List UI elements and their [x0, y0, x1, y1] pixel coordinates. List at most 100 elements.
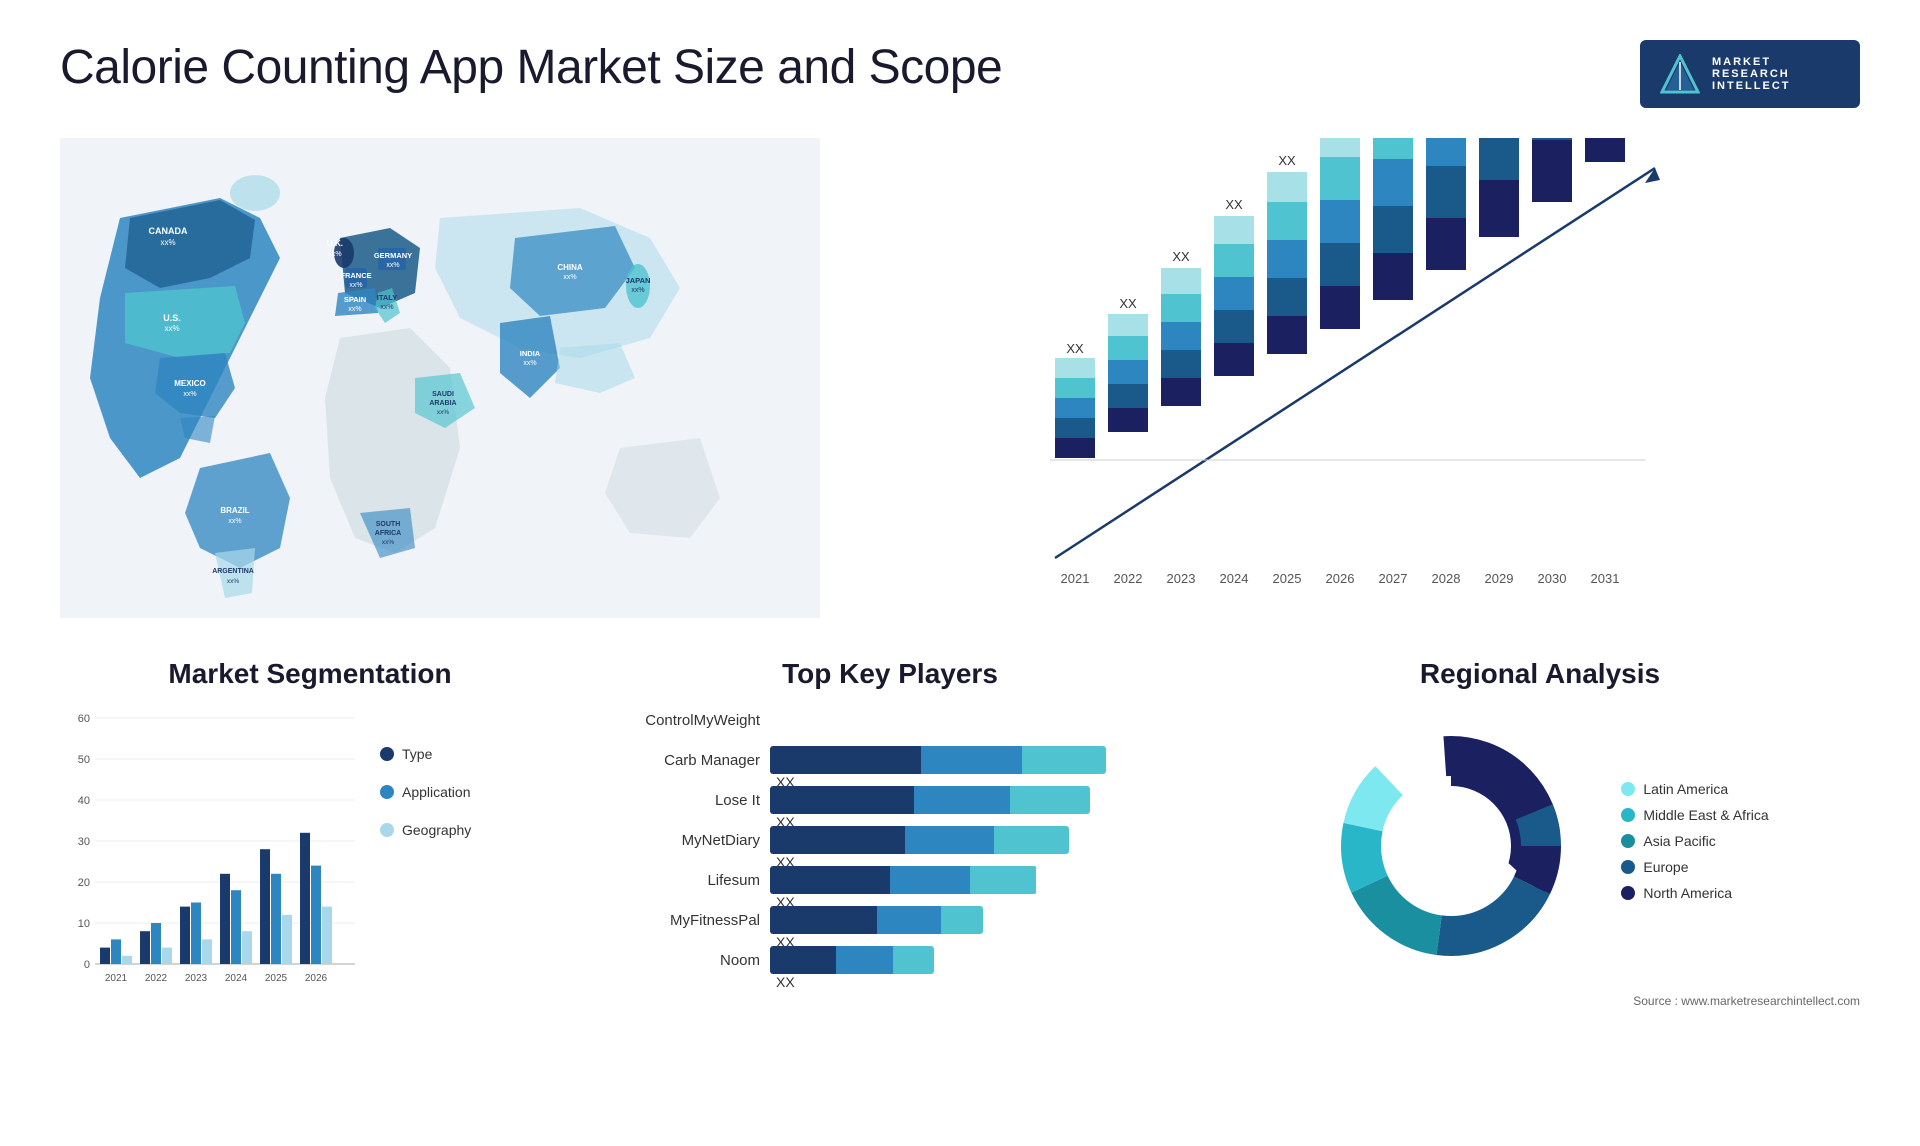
svg-text:SAUDI: SAUDI [432, 391, 454, 398]
svg-text:U.S.: U.S. [163, 313, 181, 323]
svg-text:XX: XX [1119, 296, 1137, 311]
page-title: Calorie Counting App Market Size and Sco… [60, 40, 1002, 95]
key-players-container: Top Key Players ControlMyWeight Carb Man… [600, 658, 1180, 1038]
kp-bar-0 [770, 706, 1180, 734]
svg-text:XX: XX [1278, 153, 1296, 168]
svg-text:CANADA: CANADA [149, 226, 188, 236]
kp-row-mynetdiary: MyNetDiary XX [600, 826, 1180, 854]
svg-text:xx%: xx% [183, 391, 196, 398]
legend-latin-america: Latin America [1621, 781, 1768, 797]
legend-application: Application [380, 784, 471, 800]
svg-text:2022: 2022 [145, 973, 168, 984]
svg-text:xx%: xx% [386, 262, 399, 269]
bottom-section: Market Segmentation 60 50 40 30 20 10 0 [60, 658, 1860, 1038]
svg-text:xx%: xx% [228, 518, 241, 525]
kp-name-2: Lose It [600, 792, 760, 809]
svg-text:SOUTH: SOUTH [376, 521, 401, 528]
svg-text:2023: 2023 [185, 973, 208, 984]
regional-title: Regional Analysis [1220, 658, 1860, 690]
svg-text:2022: 2022 [1114, 571, 1143, 586]
legend-na-label: North America [1643, 885, 1732, 901]
svg-text:XX: XX [1172, 249, 1190, 264]
legend-type: Type [380, 746, 471, 762]
svg-text:xx%: xx% [437, 409, 450, 416]
kp-bar-2: XX [770, 786, 1180, 814]
kp-name-4: Lifesum [600, 872, 760, 889]
regional-donut-chart [1311, 706, 1591, 986]
legend-asia-pacific: Asia Pacific [1621, 833, 1768, 849]
svg-text:INDIA: INDIA [520, 349, 541, 358]
svg-text:0: 0 [84, 959, 90, 971]
svg-text:xx%: xx% [563, 274, 576, 281]
kp-name-3: MyNetDiary [600, 832, 760, 849]
logo-box: MARKET RESEARCH INTELLECT [1640, 40, 1860, 108]
legend-north-america: North America [1621, 885, 1768, 901]
key-players-title: Top Key Players [600, 658, 1180, 690]
kp-row-noom: Noom XX [600, 946, 1180, 974]
kp-row-myfitnesspal: MyFitnessPal XX [600, 906, 1180, 934]
svg-text:2025: 2025 [1273, 571, 1302, 586]
svg-text:40: 40 [78, 795, 90, 807]
svg-text:JAPAN: JAPAN [626, 276, 651, 285]
svg-text:2024: 2024 [1220, 571, 1249, 586]
legend-geography-label: Geography [402, 822, 471, 838]
kp-bar-6: XX [770, 946, 1180, 974]
kp-name-0: ControlMyWeight [600, 712, 760, 729]
kp-row-controlmyweight: ControlMyWeight [600, 706, 1180, 734]
svg-text:xx%: xx% [523, 360, 536, 367]
svg-text:xx%: xx% [382, 539, 395, 546]
svg-text:xx%: xx% [328, 251, 341, 258]
regional-legend: Latin America Middle East & Africa Asia … [1621, 781, 1768, 911]
svg-text:ARABIA: ARABIA [429, 400, 456, 407]
svg-text:xx%: xx% [380, 304, 393, 311]
svg-text:CHINA: CHINA [557, 263, 583, 272]
key-players-list: ControlMyWeight Carb Manager XX [600, 706, 1180, 974]
segmentation-chart: 60 50 40 30 20 10 0 [60, 706, 360, 1006]
bar-chart-container: XX 2021 XX 2022 [860, 138, 1860, 618]
svg-text:BRAZIL: BRAZIL [220, 506, 249, 515]
svg-text:MEXICO: MEXICO [174, 379, 206, 388]
legend-type-label: Type [402, 746, 432, 762]
legend-apac-label: Asia Pacific [1643, 833, 1715, 849]
svg-text:2027: 2027 [1379, 571, 1408, 586]
legend-latin-label: Latin America [1643, 781, 1728, 797]
bar-chart-svg: XX 2021 XX 2022 [860, 138, 1860, 618]
svg-text:2025: 2025 [265, 973, 288, 984]
svg-text:2029: 2029 [1485, 571, 1514, 586]
top-section: CANADA xx% U.S. xx% MEXICO xx% BRAZIL xx… [60, 138, 1860, 618]
map-container: CANADA xx% U.S. xx% MEXICO xx% BRAZIL xx… [60, 138, 820, 618]
svg-text:FRANCE: FRANCE [340, 271, 371, 280]
svg-text:XX: XX [1225, 197, 1243, 212]
kp-name-1: Carb Manager [600, 752, 760, 769]
header: Calorie Counting App Market Size and Sco… [60, 40, 1860, 108]
svg-text:GERMANY: GERMANY [374, 251, 412, 260]
regional-content: Latin America Middle East & Africa Asia … [1220, 706, 1860, 986]
svg-text:xx%: xx% [631, 287, 644, 294]
legend-europe-label: Europe [1643, 859, 1688, 875]
svg-text:2021: 2021 [105, 973, 128, 984]
world-map-svg: CANADA xx% U.S. xx% MEXICO xx% BRAZIL xx… [60, 138, 820, 618]
svg-text:AFRICA: AFRICA [375, 530, 401, 537]
kp-bar-4: XX [770, 866, 1180, 894]
legend-middle-east: Middle East & Africa [1621, 807, 1768, 823]
svg-text:60: 60 [78, 713, 90, 725]
svg-text:50: 50 [78, 754, 90, 766]
page-container: Calorie Counting App Market Size and Sco… [0, 0, 1920, 1146]
svg-text:ITALY: ITALY [377, 293, 397, 302]
segment-container: Market Segmentation 60 50 40 30 20 10 0 [60, 658, 560, 1038]
svg-text:XX: XX [1066, 341, 1084, 356]
svg-text:30: 30 [78, 836, 90, 848]
svg-text:SPAIN: SPAIN [344, 295, 366, 304]
svg-text:2031: 2031 [1591, 571, 1620, 586]
source-text: Source : www.marketresearchintellect.com [1220, 994, 1860, 1008]
svg-text:2021: 2021 [1061, 571, 1090, 586]
kp-name-5: MyFitnessPal [600, 912, 760, 929]
svg-text:xx%: xx% [164, 324, 179, 333]
logo-icon [1660, 54, 1700, 94]
kp-bar-5: XX [770, 906, 1180, 934]
svg-text:xx%: xx% [227, 578, 240, 585]
svg-text:2026: 2026 [1326, 571, 1355, 586]
logo-text: MARKET RESEARCH INTELLECT [1712, 56, 1791, 92]
kp-row-lifesum: Lifesum XX [600, 866, 1180, 894]
kp-row-loseit: Lose It XX [600, 786, 1180, 814]
